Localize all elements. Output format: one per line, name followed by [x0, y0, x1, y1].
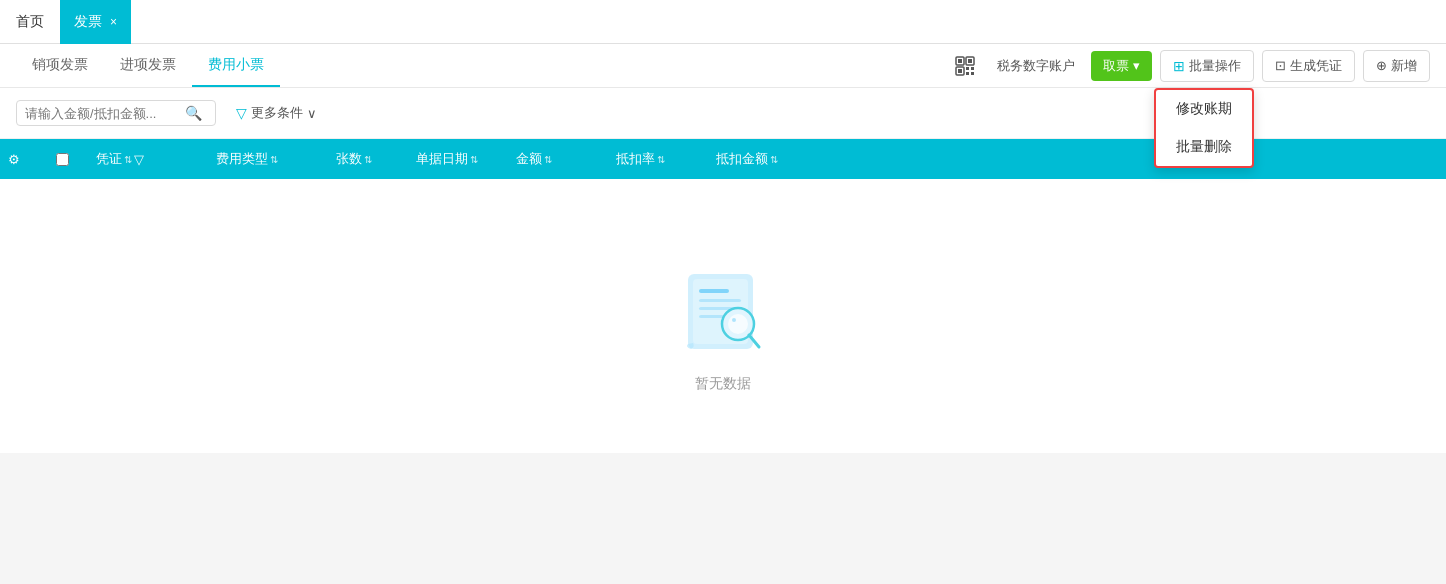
svg-rect-7	[971, 67, 974, 70]
empty-illustration	[663, 259, 783, 359]
home-tab[interactable]: 首页	[16, 13, 60, 31]
sort-icon-date[interactable]: ⇅	[470, 154, 478, 165]
qr-code-button[interactable]	[949, 50, 981, 82]
tab-sales-invoice[interactable]: 销项发票	[16, 44, 104, 87]
modify-period-item[interactable]: 修改账期	[1156, 90, 1252, 128]
sort-icon-amount[interactable]: ⇅	[544, 154, 552, 165]
svg-rect-5	[958, 69, 962, 73]
invoice-tab-label: 发票	[74, 13, 102, 31]
th-expense-type: 费用类型 ⇅	[208, 150, 328, 168]
search-icon[interactable]: 🔍	[185, 105, 202, 121]
take-invoice-arrow: ▾	[1133, 58, 1140, 73]
svg-rect-1	[958, 59, 962, 63]
th-count: 张数 ⇅	[328, 150, 408, 168]
batch-delete-item[interactable]: 批量删除	[1156, 128, 1252, 166]
filter-icon-voucher[interactable]: ▽	[134, 152, 144, 167]
search-input[interactable]	[25, 106, 185, 121]
more-filter-label: 更多条件	[251, 104, 303, 122]
th-settings[interactable]: ⚙	[0, 152, 48, 167]
svg-rect-6	[966, 67, 969, 70]
add-icon: ⊕	[1376, 58, 1387, 73]
svg-rect-3	[968, 59, 972, 63]
th-checkbox[interactable]	[48, 153, 88, 166]
svg-point-17	[728, 314, 748, 334]
empty-text: 暂无数据	[695, 375, 751, 393]
sub-tabs-left: 销项发票 进项发票 费用小票	[16, 44, 280, 87]
tax-digital-account-button[interactable]: 税务数字账户	[989, 57, 1083, 75]
batch-op-label: 批量操作	[1189, 57, 1241, 75]
tab-expense-receipt[interactable]: 费用小票	[192, 44, 280, 87]
settings-icon: ⚙	[8, 152, 20, 167]
more-filter-button[interactable]: ▽ 更多条件 ∨	[228, 100, 325, 126]
batch-dropdown-menu: 修改账期 批量删除	[1154, 88, 1254, 168]
invoice-tab[interactable]: 发票 ×	[60, 0, 131, 44]
filter-icon: ▽	[236, 105, 247, 121]
sub-tabs-bar: 销项发票 进项发票 费用小票 税务数字账户 取票	[0, 44, 1446, 88]
sort-icon-deduction-rate[interactable]: ⇅	[657, 154, 665, 165]
generate-voucher-icon: ⊡	[1275, 58, 1286, 73]
th-amount: 金额 ⇅	[508, 150, 608, 168]
more-filter-arrow: ∨	[307, 106, 317, 121]
table-wrap: ⚙ 凭证 ⇅ ▽ 费用类型 ⇅ 张数 ⇅ 单据日期 ⇅ 金额 ⇅ 抵扣率 ⇅	[0, 139, 1446, 453]
add-button[interactable]: ⊕ 新增	[1363, 50, 1430, 82]
add-label: 新增	[1391, 57, 1417, 75]
svg-rect-12	[699, 289, 729, 293]
sub-tabs-right: 税务数字账户 取票 ▾ ⊞ 批量操作 修改账期 批量删除 ⊡ 生成凭证	[949, 50, 1430, 82]
svg-point-19	[732, 318, 736, 322]
generate-voucher-button[interactable]: ⊡ 生成凭证	[1262, 50, 1355, 82]
th-deduction-amount: 抵扣金额 ⇅	[708, 150, 808, 168]
sort-icon-deduction-amount[interactable]: ⇅	[770, 154, 778, 165]
sort-icon-expense-type[interactable]: ⇅	[270, 154, 278, 165]
svg-rect-13	[699, 299, 741, 302]
take-invoice-button[interactable]: 取票 ▾	[1091, 51, 1152, 81]
th-deduction-rate: 抵扣率 ⇅	[608, 150, 708, 168]
th-voucher: 凭证 ⇅ ▽	[88, 150, 208, 168]
batch-op-wrap: ⊞ 批量操作 修改账期 批量删除	[1160, 50, 1254, 82]
batch-op-icon: ⊞	[1173, 58, 1185, 74]
sort-icon-count[interactable]: ⇅	[364, 154, 372, 165]
select-all-checkbox[interactable]	[56, 153, 69, 166]
generate-voucher-label: 生成凭证	[1290, 57, 1342, 75]
invoice-tab-close[interactable]: ×	[110, 15, 117, 29]
svg-rect-8	[966, 72, 969, 75]
batch-operation-button[interactable]: ⊞ 批量操作	[1160, 50, 1254, 82]
take-invoice-label: 取票	[1103, 57, 1129, 75]
sort-icon-voucher[interactable]: ⇅	[124, 154, 132, 165]
search-input-wrap: 🔍	[16, 100, 216, 126]
th-date: 单据日期 ⇅	[408, 150, 508, 168]
empty-state: 暂无数据	[0, 179, 1446, 453]
svg-rect-9	[971, 72, 974, 75]
tab-purchase-invoice[interactable]: 进项发票	[104, 44, 192, 87]
top-nav: 首页 发票 ×	[0, 0, 1446, 44]
